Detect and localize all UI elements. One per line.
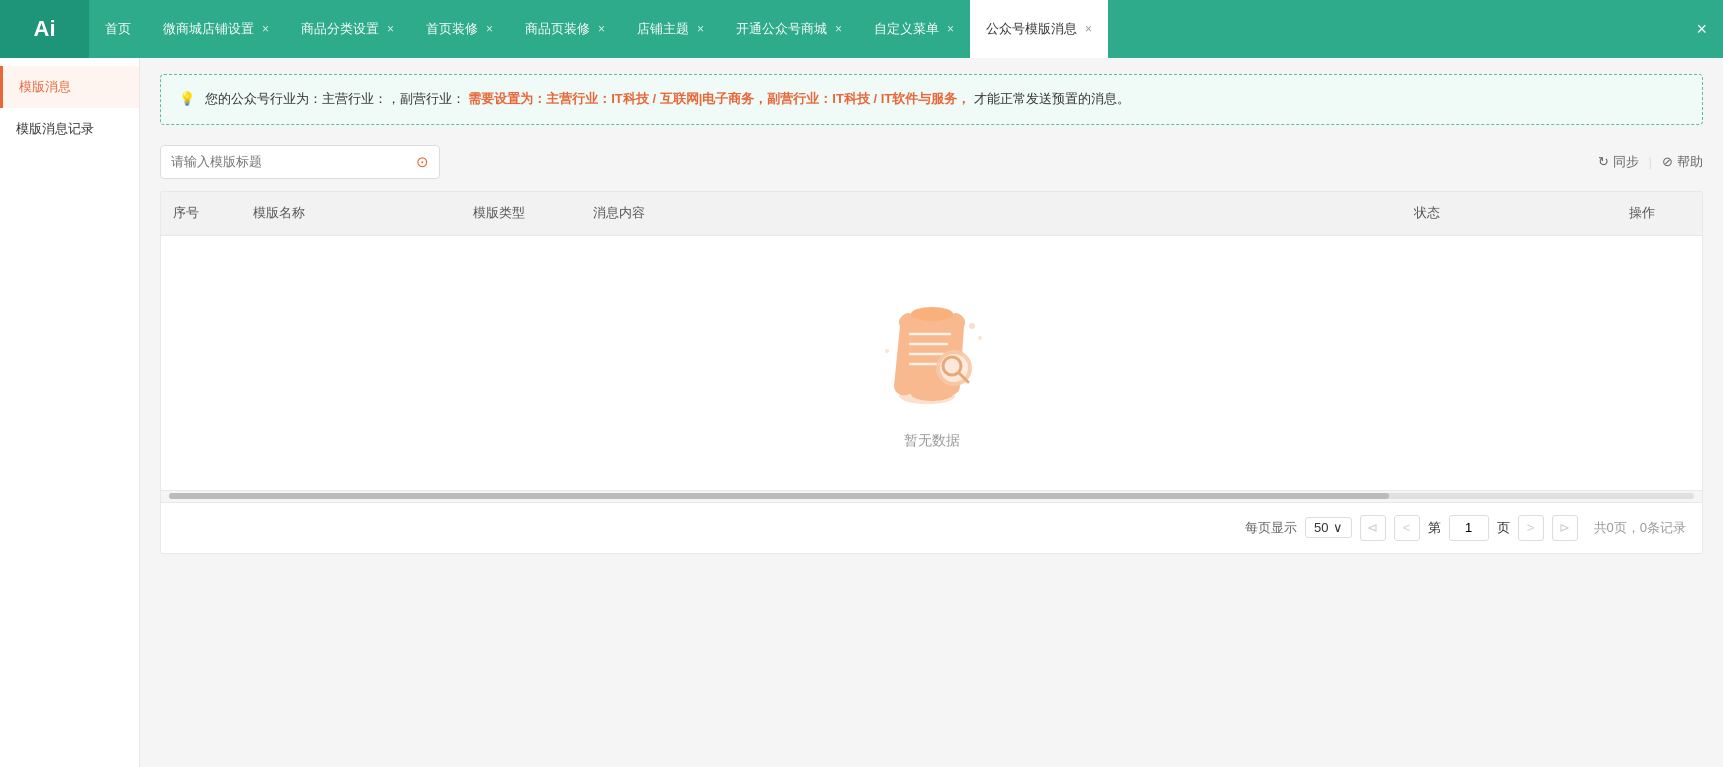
empty-illustration [872,296,992,416]
nav-tab-micro-shop[interactable]: 微商城店铺设置 × [147,0,285,58]
col-content: 消息内容 [581,204,1402,222]
help-button[interactable]: ⊘ 帮助 [1662,153,1703,171]
page-size-value: 50 [1314,520,1328,535]
empty-text: 暂无数据 [904,432,960,450]
nav-tab-close-icon[interactable]: × [1085,22,1092,36]
nav-tab-close-icon[interactable]: × [598,22,605,36]
table-wrapper: 序号 模版名称 模版类型 消息内容 状态 操作 [160,191,1703,554]
table-header: 序号 模版名称 模版类型 消息内容 状态 操作 [161,192,1702,236]
nav-tab-label: 店铺主题 [637,20,689,38]
notice-suffix: 才能正常发送预置的消息。 [974,91,1130,106]
search-input[interactable] [171,154,416,169]
nav-tab-label: 首页装修 [426,20,478,38]
empty-state: 暂无数据 [161,236,1702,490]
close-all-button[interactable]: × [1680,19,1723,40]
search-actions: ↻ 同步 | ⊘ 帮助 [1598,153,1703,171]
svg-point-2 [911,387,953,401]
chevron-down-icon: ∨ [1333,520,1343,535]
col-action: 操作 [1582,204,1702,222]
page-unit: 页 [1497,519,1510,537]
col-status: 状态 [1402,204,1582,222]
scrollbar-thumb[interactable] [169,493,1389,499]
next-page-button[interactable]: > [1518,515,1544,541]
scrollbar-track[interactable] [169,493,1694,499]
sidebar-item-template-message[interactable]: 模版消息 [0,66,139,108]
nav-tab-product-category[interactable]: 商品分类设置 × [285,0,410,58]
last-page-button[interactable]: ⊳ [1552,515,1578,541]
logo: Ai [0,0,89,58]
nav-tab-close-icon[interactable]: × [947,22,954,36]
sync-icon: ↻ [1598,154,1609,169]
nav-tab-open-shop[interactable]: 开通公众号商城 × [720,0,858,58]
nav-tab-product-decor[interactable]: 商品页装修 × [509,0,621,58]
nav-tab-label: 商品页装修 [525,20,590,38]
notice-box: 💡 您的公众号行业为：主营行业：，副营行业： 需要设置为：主营行业：IT科技 /… [160,74,1703,125]
main-layout: 模版消息模版消息记录 💡 您的公众号行业为：主营行业：，副营行业： 需要设置为：… [0,58,1723,767]
search-bar: ⊙ ↻ 同步 | ⊘ 帮助 [160,145,1703,179]
divider: | [1649,154,1652,169]
search-input-wrap[interactable]: ⊙ [160,145,440,179]
sync-button[interactable]: ↻ 同步 [1598,153,1639,171]
first-page-button[interactable]: ⊲ [1360,515,1386,541]
help-icon: ⊘ [1662,154,1673,169]
notice-highlight: 需要设置为：主营行业：IT科技 / 互联网|电子商务，副营行业：IT科技 / I… [468,91,970,106]
pagination: 每页显示 50 ∨ ⊲ < 第 页 > ⊳ 共0页，0条记录 [161,502,1702,553]
svg-point-13 [885,349,889,353]
nav-tab-close-icon[interactable]: × [486,22,493,36]
sidebar-item-template-message-record[interactable]: 模版消息记录 [0,108,139,150]
nav-tabs: 首页微商城店铺设置×商品分类设置×首页装修×商品页装修×店铺主题×开通公众号商城… [89,0,1680,58]
nav-tab-close-icon[interactable]: × [835,22,842,36]
nav-tab-label: 首页 [105,20,131,38]
horizontal-scrollbar[interactable] [161,490,1702,502]
nav-tab-label: 公众号模版消息 [986,20,1077,38]
search-icon[interactable]: ⊙ [416,153,429,171]
help-label: 帮助 [1677,153,1703,171]
nav-tab-close-icon[interactable]: × [387,22,394,36]
col-type: 模版类型 [461,204,581,222]
nav-tab-close-icon[interactable]: × [697,22,704,36]
notice-icon: 💡 [179,91,195,106]
notice-prefix: 您的公众号行业为：主营行业：，副营行业： [205,91,465,106]
svg-point-1 [911,307,953,321]
prev-page-button[interactable]: < [1394,515,1420,541]
svg-point-11 [969,323,975,329]
page-summary: 共0页，0条记录 [1594,519,1686,537]
main-content: 💡 您的公众号行业为：主营行业：，副营行业： 需要设置为：主营行业：IT科技 /… [140,58,1723,767]
nav-tab-template-msg[interactable]: 公众号模版消息 × [970,0,1108,58]
page-label: 第 [1428,519,1441,537]
nav-tab-label: 开通公众号商城 [736,20,827,38]
sidebar: 模版消息模版消息记录 [0,58,140,767]
nav-tab-shop-theme[interactable]: 店铺主题 × [621,0,720,58]
nav-tab-home[interactable]: 首页 [89,0,147,58]
svg-point-12 [978,336,982,340]
col-name: 模版名称 [241,204,461,222]
page-size-label: 每页显示 [1245,519,1297,537]
sync-label: 同步 [1613,153,1639,171]
nav-tab-label: 微商城店铺设置 [163,20,254,38]
nav-tab-home-decor[interactable]: 首页装修 × [410,0,509,58]
nav-tab-label: 自定义菜单 [874,20,939,38]
top-navigation: Ai 首页微商城店铺设置×商品分类设置×首页装修×商品页装修×店铺主题×开通公众… [0,0,1723,58]
nav-tab-close-icon[interactable]: × [262,22,269,36]
page-size-select[interactable]: 50 ∨ [1305,517,1351,538]
col-seq: 序号 [161,204,241,222]
page-input[interactable] [1449,515,1489,541]
nav-tab-custom-menu[interactable]: 自定义菜单 × [858,0,970,58]
nav-tab-label: 商品分类设置 [301,20,379,38]
